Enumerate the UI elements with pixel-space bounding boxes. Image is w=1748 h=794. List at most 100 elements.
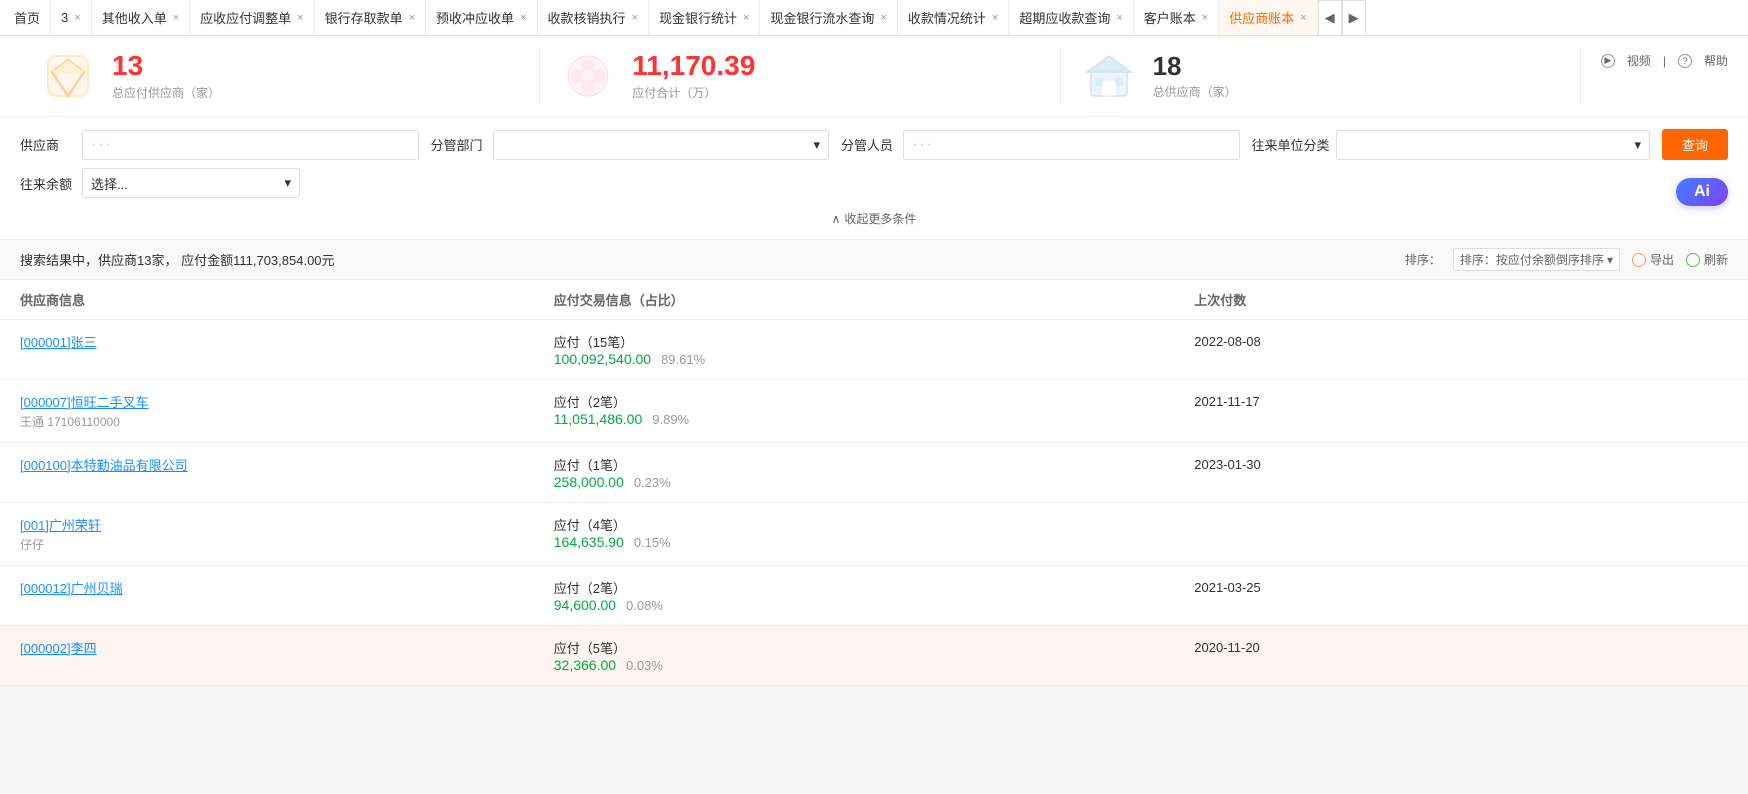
nav-item-supplier-ledger[interactable]: 供应商账本 × [1219,0,1317,36]
col-header-lastpay: 上次付数 [1194,290,1514,309]
tx-amount-4[interactable]: 94,600.00 [554,597,616,613]
circle-icon: ▶ [1601,54,1615,68]
col-header-extra [1515,290,1729,309]
lastpay-5: 2020-11-20 [1194,638,1514,655]
tx-amount-3[interactable]: 164,635.90 [554,534,624,550]
nav-label: 预收冲应收单 [436,8,514,27]
nav-arrow-right[interactable]: ▶ [1342,0,1366,36]
close-icon[interactable]: × [1202,12,1208,24]
supplier-input[interactable]: ··· [82,130,419,160]
nav-label: 首页 [14,8,40,27]
chevron-down-icon: ▾ [813,137,820,153]
stat-number-total: 18 [1153,52,1237,81]
nav-item-other-income[interactable]: 其他收入单 × [92,0,190,36]
supplier-link-1[interactable]: [000007]恒旺二手叉车 [20,392,554,411]
tx-amount-5[interactable]: 32,366.00 [554,657,616,673]
result-prefix: 搜索结果中，供应商13家 [20,253,164,268]
top-links: ▶ 视频 | ? 帮助 [1581,48,1728,69]
nav-label: 客户账本 [1144,8,1196,27]
table-row: [000100]本特勤油品有限公司 应付（1笔） 258,000.00 0.23… [0,443,1748,503]
filter-dept: 分管部门 ▾ [431,130,830,160]
supplier-link-5[interactable]: [000002]李四 [20,638,554,657]
close-icon[interactable]: × [632,12,638,24]
filter-area: 供应商 ··· 分管部门 ▾ 分管人员 ··· 往来单位分类 ▾ 查询 [0,117,1748,240]
balance-select[interactable]: 选择... ▾ [82,168,300,198]
dept-select[interactable]: ▾ [493,130,830,160]
nav-item-cash-flow[interactable]: 现金银行流水查询 × [760,0,897,36]
tx-amount-1[interactable]: 11,051,486.00 [554,411,643,427]
col-header-transactions: 应付交易信息（占比） [554,290,1195,309]
tx-info-2: 应付（1笔） 258,000.00 0.23% [554,455,1195,490]
help-link[interactable]: 帮助 [1704,52,1728,69]
video-link[interactable]: 视频 [1627,52,1651,69]
nav-item-bank-deposit[interactable]: 银行存取款单 × [315,0,426,36]
ai-badge[interactable]: Ai [1676,178,1728,206]
close-icon[interactable]: × [743,12,749,24]
nav-item-ar-ap-adjust[interactable]: 应收应付调整单 × [190,0,314,36]
nav-item-prepay[interactable]: 预收冲应收单 × [426,0,537,36]
close-icon[interactable]: × [992,12,998,24]
close-icon[interactable]: × [74,12,80,24]
lastpay-0: 2022-08-08 [1194,332,1514,349]
query-button[interactable]: 查询 [1662,129,1728,160]
refresh-icon [1686,253,1700,267]
close-icon[interactable]: × [520,12,526,24]
nav-label: 3 [61,10,68,25]
refresh-button[interactable]: 刷新 [1686,251,1728,268]
close-icon[interactable]: × [409,12,415,24]
collapse-button[interactable]: ∧ 收起更多条件 [832,210,917,227]
balance-placeholder: 选择... [91,174,128,193]
nav-arrow-left[interactable]: ◀ [1318,0,1342,36]
stat-label-total: 总供应商（家） [1153,83,1237,100]
question-icon: ? [1678,54,1692,68]
tx-amount-2[interactable]: 258,000.00 [554,474,624,490]
supplier-link-0[interactable]: [000001]张三 [20,332,554,351]
lastpay-2: 2023-01-30 [1194,455,1514,472]
tx-label-2: 应付（1笔） [554,455,1195,474]
separator: | [1663,54,1666,68]
chevron-down-icon: ▾ [1634,137,1641,153]
nav-label: 其他收入单 [102,8,167,27]
nav-item-customer-ledger[interactable]: 客户账本 × [1134,0,1219,36]
nav-label: 收款核销执行 [548,8,626,27]
sort-select[interactable]: 排序：按应付余额倒序排序 ▾ [1453,248,1620,271]
tx-info-4: 应付（2笔） 94,600.00 0.08% [554,578,1195,613]
nav-item-collection-stat[interactable]: 收款情况统计 × [898,0,1009,36]
table-row: [001]广州荣轩 仔仔 应付（4笔） 164,635.90 0.15% [0,503,1748,566]
supplier-link-3[interactable]: [001]广州荣轩 [20,515,554,534]
nav-item-home[interactable]: 首页 [4,0,51,36]
nav-label: 现金银行流水查询 [770,8,874,27]
export-button[interactable]: 导出 [1632,251,1674,268]
export-icon [1632,253,1646,267]
close-icon[interactable]: × [880,12,886,24]
tx-label-0: 应付（15笔） [554,332,1195,351]
table-row: [000012]广州贝瑞 应付（2笔） 94,600.00 0.08% 2021… [0,566,1748,626]
tx-label-3: 应付（4笔） [554,515,1195,534]
supplier-info-2: [000100]本特勤油品有限公司 [20,455,554,474]
close-icon[interactable]: × [1300,12,1306,24]
tx-percent-5: 0.03% [626,658,663,673]
nav-item-cash-stat[interactable]: 现金银行统计 × [649,0,760,36]
supplier-link-2[interactable]: [000100]本特勤油品有限公司 [20,455,554,474]
close-icon[interactable]: × [1116,12,1122,24]
stat-content-suppliers: 13 总应付供应商（家） [112,51,220,101]
stat-number-suppliers: 13 [112,51,220,82]
close-icon[interactable]: × [297,12,303,24]
nav-item-collection[interactable]: 收款核销执行 × [538,0,649,36]
close-icon[interactable]: × [173,12,179,24]
stat-content-amount: 11,170.39 应付合计（万） [632,51,755,101]
chevron-up-icon: ∧ [832,212,841,226]
tx-percent-4: 0.08% [626,598,663,613]
dept-filter-label: 分管部门 [431,135,487,154]
filter-balance: 往来余额 选择... ▾ [20,168,300,198]
tx-amount-0[interactable]: 100,092,540.00 [554,351,651,367]
nav-item-overdue[interactable]: 超期应收款查询 × [1009,0,1133,36]
collapse-bar: ∧ 收起更多条件 [20,206,1728,231]
stat-icon-diamond [40,48,96,104]
stat-label-suppliers: 总应付供应商（家） [112,84,220,101]
category-select[interactable]: ▾ [1336,130,1650,160]
nav-item-3[interactable]: 3 × [51,0,92,36]
supplier-link-4[interactable]: [000012]广州贝瑞 [20,578,554,597]
table-row: [000001]张三 应付（15笔） 100,092,540.00 89.61%… [0,320,1748,380]
person-input[interactable]: ··· [903,130,1240,160]
